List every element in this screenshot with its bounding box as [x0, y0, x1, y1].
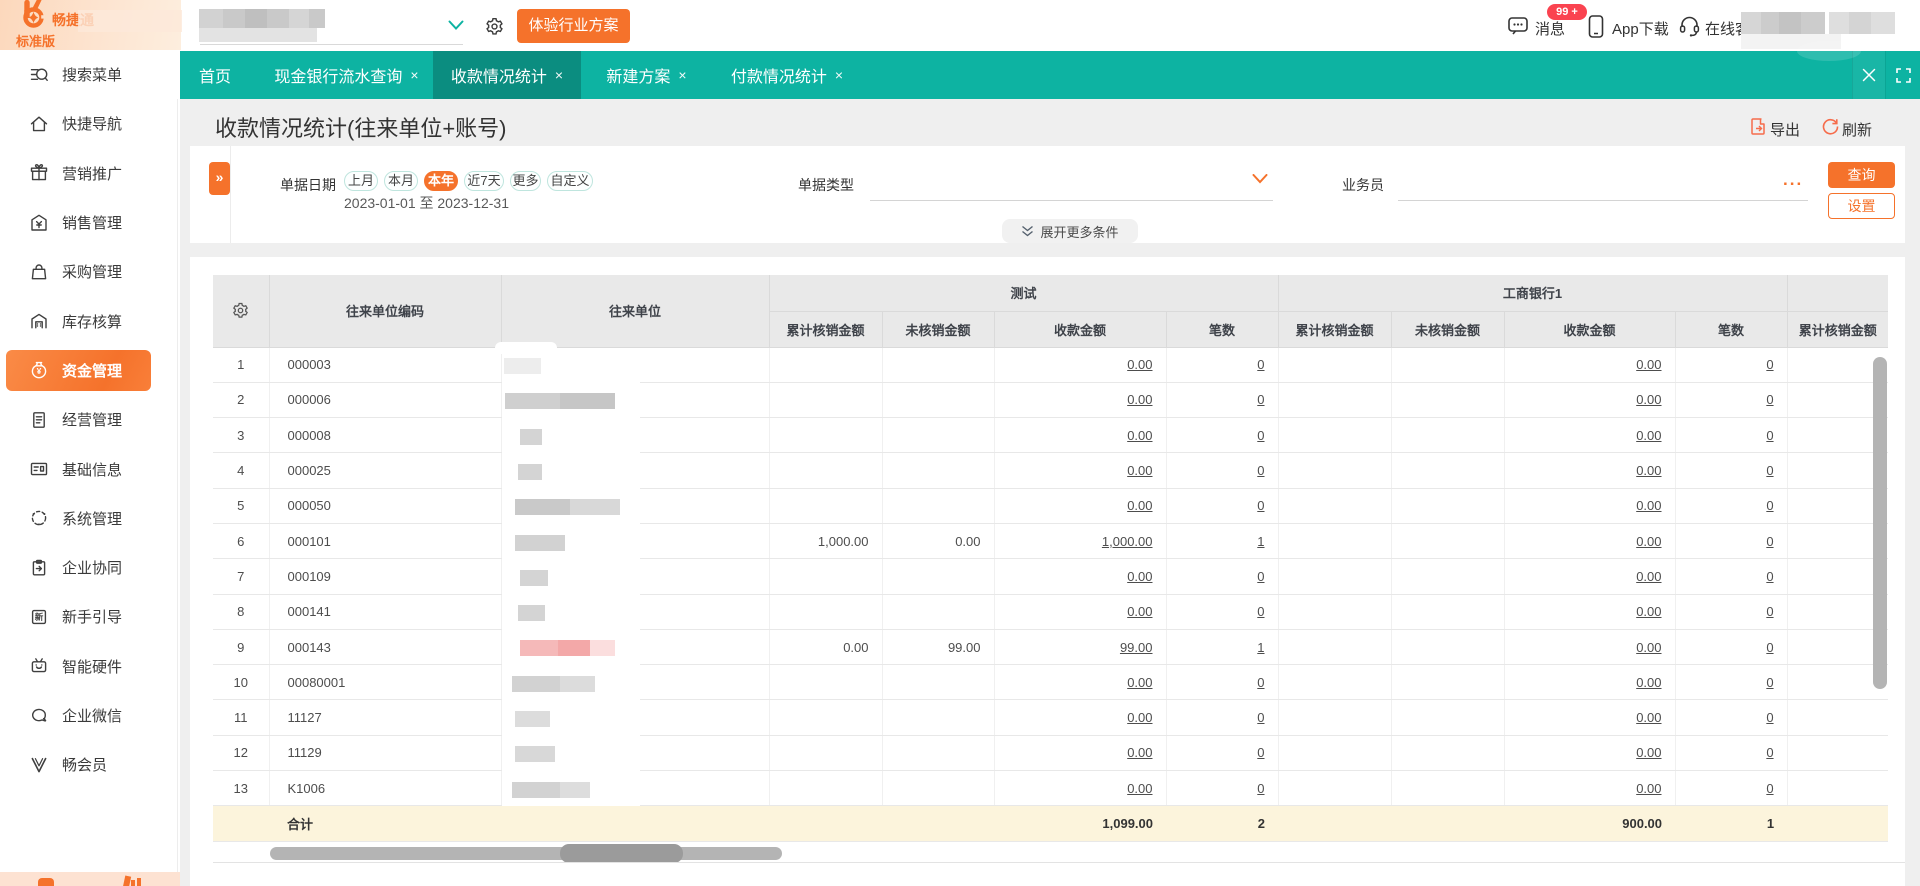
svg-text:新: 新: [35, 611, 44, 622]
svg-text:¥: ¥: [37, 367, 42, 377]
